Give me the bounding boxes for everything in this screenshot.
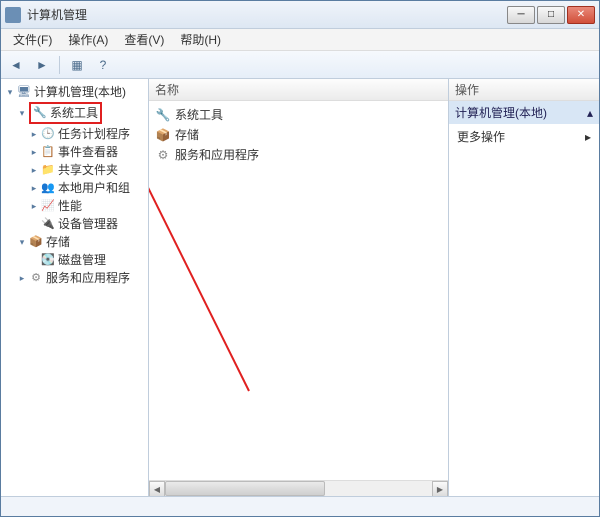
actions-body: 计算机管理(本地) ▴ 更多操作 ▸ xyxy=(449,101,599,496)
tree-label: 计算机管理(本地) xyxy=(34,84,126,100)
tree-label: 设备管理器 xyxy=(58,216,118,232)
tree-pane[interactable]: ▾ 🖥 计算机管理(本地) ▾ 🔧 系统工具 ▸ 🕒 任务计划程序 xyxy=(1,79,149,496)
expand-icon[interactable]: ▸ xyxy=(29,147,39,157)
expand-icon[interactable]: ▸ xyxy=(29,201,39,211)
gear-icon: ⚙ xyxy=(29,271,43,285)
gear-icon: ⚙ xyxy=(155,147,171,163)
list-item[interactable]: 📦 存储 xyxy=(155,125,442,145)
tree-disk-management[interactable]: 💽 磁盘管理 xyxy=(27,251,146,269)
maximize-button[interactable]: □ xyxy=(537,6,565,24)
tree-root[interactable]: ▾ 🖥 计算机管理(本地) xyxy=(3,83,146,101)
tree-device-manager[interactable]: 🔌 设备管理器 xyxy=(27,215,146,233)
menu-help[interactable]: 帮助(H) xyxy=(172,29,229,50)
expand-icon[interactable]: ▸ xyxy=(17,273,27,283)
tree-label: 事件查看器 xyxy=(58,144,118,160)
content: ▾ 🖥 计算机管理(本地) ▾ 🔧 系统工具 ▸ 🕒 任务计划程序 xyxy=(1,79,599,496)
tree-performance[interactable]: ▸ 📈 性能 xyxy=(27,197,146,215)
leaf-icon xyxy=(29,255,39,265)
list-header-label: 名称 xyxy=(155,81,179,98)
list-item-label: 系统工具 xyxy=(175,107,223,123)
actions-more-link[interactable]: 更多操作 ▸ xyxy=(449,124,599,149)
actions-link-label: 更多操作 xyxy=(457,128,505,145)
wrench-icon: 🔧 xyxy=(33,106,47,120)
actions-header-label: 操作 xyxy=(455,81,479,98)
actions-pane: 操作 计算机管理(本地) ▴ 更多操作 ▸ xyxy=(449,79,599,496)
tree-label: 服务和应用程序 xyxy=(46,270,130,286)
statusbar xyxy=(1,496,599,516)
device-icon: 🔌 xyxy=(41,217,55,231)
list-pane: 名称 🔧 系统工具 📦 存储 ⚙ 服务和应用程序 xyxy=(149,79,449,496)
titlebar: 计算机管理 ─ □ ✕ xyxy=(1,1,599,29)
tree-local-users[interactable]: ▸ 👥 本地用户和组 xyxy=(27,179,146,197)
tree-label: 性能 xyxy=(58,198,82,214)
actions-section[interactable]: 计算机管理(本地) ▴ xyxy=(449,101,599,124)
wrench-icon: 🔧 xyxy=(155,107,171,123)
tree-task-scheduler[interactable]: ▸ 🕒 任务计划程序 xyxy=(27,125,146,143)
tree-label: 共享文件夹 xyxy=(58,162,118,178)
window-title: 计算机管理 xyxy=(27,6,507,23)
list-item[interactable]: ⚙ 服务和应用程序 xyxy=(155,145,442,165)
storage-icon: 📦 xyxy=(155,127,171,143)
scroll-right-button[interactable]: ▶ xyxy=(432,481,448,496)
tree-label: 存储 xyxy=(46,234,70,250)
scroll-left-button[interactable]: ◀ xyxy=(149,481,165,496)
annotation-arrow xyxy=(149,121,429,496)
chevron-right-icon: ▸ xyxy=(585,130,591,144)
tree-event-viewer[interactable]: ▸ 📋 事件查看器 xyxy=(27,143,146,161)
list-item[interactable]: 🔧 系统工具 xyxy=(155,105,442,125)
tree-label: 本地用户和组 xyxy=(58,180,130,196)
actions-section-label: 计算机管理(本地) xyxy=(455,104,547,121)
menubar: 文件(F) 操作(A) 查看(V) 帮助(H) xyxy=(1,29,599,51)
tree-label: 任务计划程序 xyxy=(58,126,130,142)
chevron-up-icon: ▴ xyxy=(587,106,593,120)
back-button[interactable]: ◄ xyxy=(5,54,27,76)
storage-icon: 📦 xyxy=(29,235,43,249)
expand-icon[interactable]: ▸ xyxy=(29,183,39,193)
clock-icon: 🕒 xyxy=(41,127,55,141)
list-item-label: 服务和应用程序 xyxy=(175,147,259,163)
close-button[interactable]: ✕ xyxy=(567,6,595,24)
list-column-header[interactable]: 名称 xyxy=(149,79,448,101)
toolbar: ◄ ► ▦ ? xyxy=(1,51,599,79)
disk-icon: 💽 xyxy=(41,253,55,267)
leaf-icon xyxy=(29,219,39,229)
tree-services-apps[interactable]: ▸ ⚙ 服务和应用程序 xyxy=(15,269,146,287)
scroll-track[interactable] xyxy=(165,481,432,496)
properties-button[interactable]: ▦ xyxy=(66,54,88,76)
collapse-icon[interactable]: ▾ xyxy=(17,237,27,247)
computer-icon: 🖥 xyxy=(17,85,31,99)
list-body[interactable]: 🔧 系统工具 📦 存储 ⚙ 服务和应用程序 ◀ xyxy=(149,101,448,496)
window: 计算机管理 ─ □ ✕ 文件(F) 操作(A) 查看(V) 帮助(H) ◄ ► … xyxy=(0,0,600,517)
scroll-thumb[interactable] xyxy=(165,481,325,496)
horizontal-scrollbar[interactable]: ◀ ▶ xyxy=(149,480,448,496)
minimize-button[interactable]: ─ xyxy=(507,6,535,24)
forward-button[interactable]: ► xyxy=(31,54,53,76)
tree-label: 系统工具 xyxy=(50,105,98,121)
toolbar-separator xyxy=(59,56,60,74)
event-icon: 📋 xyxy=(41,145,55,159)
expand-icon[interactable]: ▸ xyxy=(29,165,39,175)
annotation-highlight: 🔧 系统工具 xyxy=(29,102,102,124)
tree-storage[interactable]: ▾ 📦 存储 xyxy=(15,233,146,251)
help-button[interactable]: ? xyxy=(92,54,114,76)
menu-file[interactable]: 文件(F) xyxy=(5,29,60,50)
tree-shared-folders[interactable]: ▸ 📁 共享文件夹 xyxy=(27,161,146,179)
folder-icon: 📁 xyxy=(41,163,55,177)
actions-header: 操作 xyxy=(449,79,599,101)
tree-label: 磁盘管理 xyxy=(58,252,106,268)
performance-icon: 📈 xyxy=(41,199,55,213)
expand-icon[interactable]: ▸ xyxy=(29,129,39,139)
collapse-icon[interactable]: ▾ xyxy=(5,87,15,97)
menu-action[interactable]: 操作(A) xyxy=(60,29,116,50)
menu-view[interactable]: 查看(V) xyxy=(116,29,172,50)
app-icon xyxy=(5,7,21,23)
tree-system-tools[interactable]: ▾ 🔧 系统工具 xyxy=(15,101,146,125)
collapse-icon[interactable]: ▾ xyxy=(17,108,27,118)
window-controls: ─ □ ✕ xyxy=(507,6,595,24)
users-icon: 👥 xyxy=(41,181,55,195)
list-item-label: 存储 xyxy=(175,127,199,143)
